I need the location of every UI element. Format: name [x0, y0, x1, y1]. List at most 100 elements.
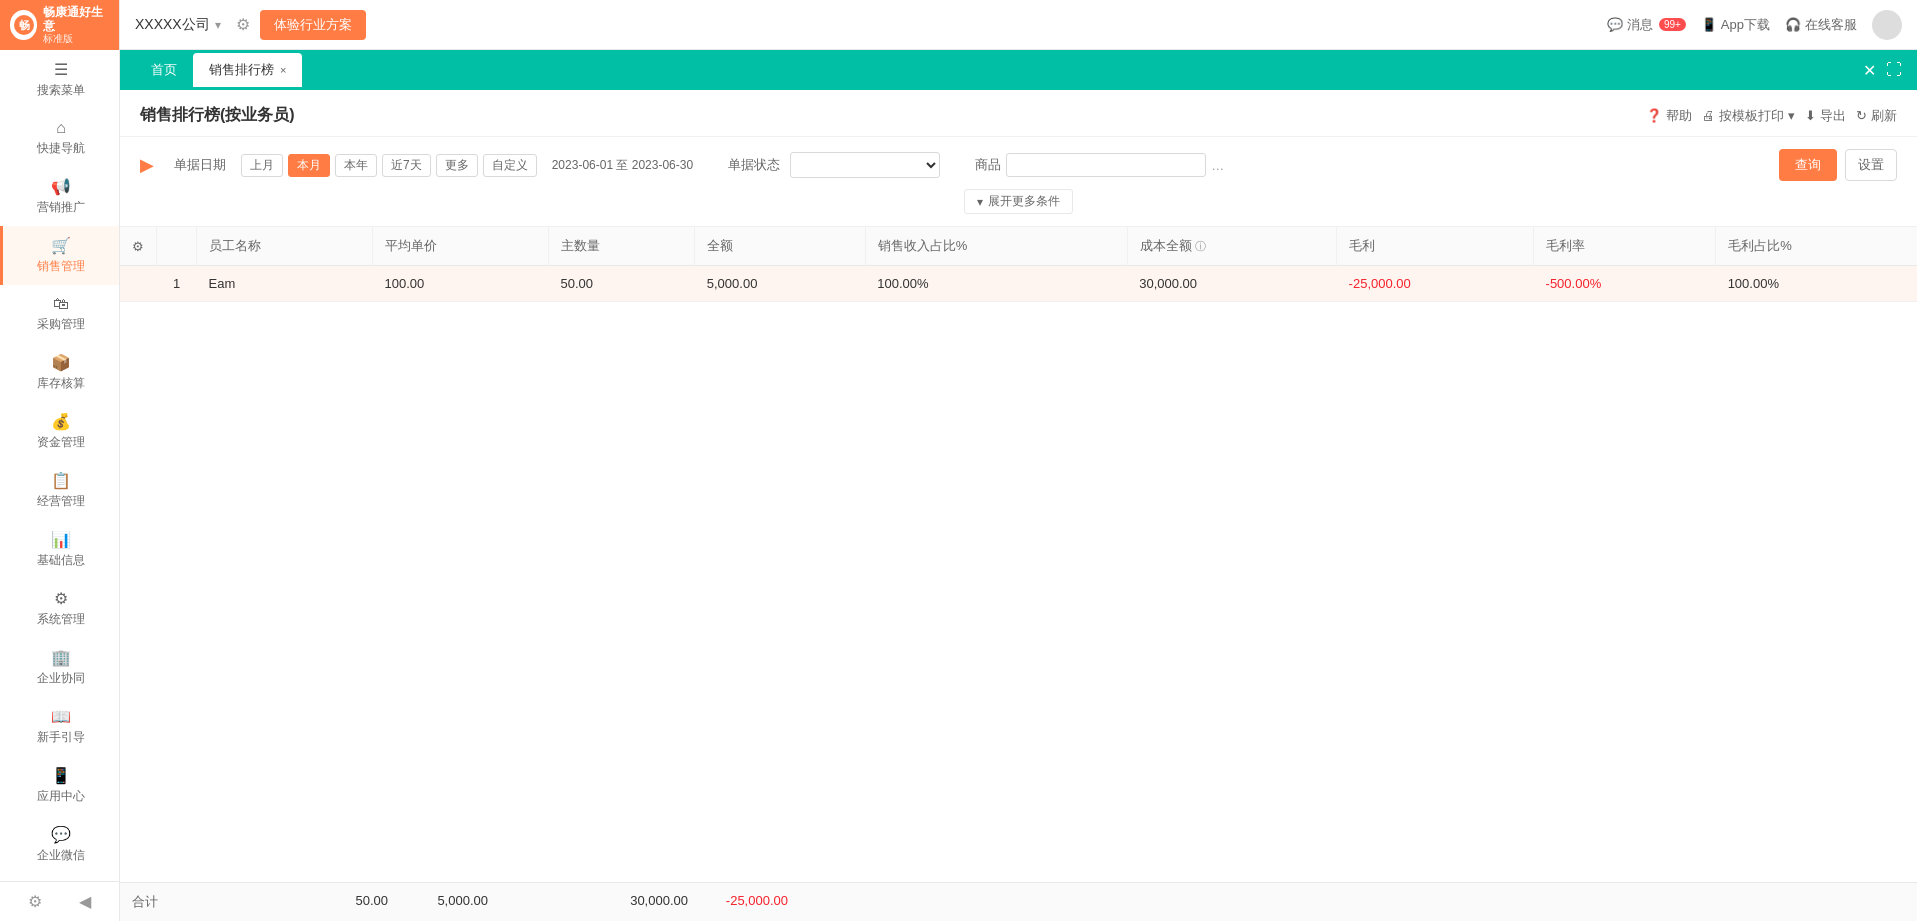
- goods-input[interactable]: [1006, 153, 1206, 177]
- export-icon: ⬇: [1805, 108, 1816, 123]
- logo-sub-text: 标准版: [43, 33, 109, 45]
- sidebar-item-guide[interactable]: 📖 新手引导: [0, 697, 119, 756]
- row-sales-pct: 100.00%: [865, 266, 1127, 302]
- template-print-label: 按模板打印: [1719, 107, 1784, 125]
- status-filter-label: 单据状态: [728, 156, 780, 174]
- sidebar-item-inventory[interactable]: 📦 库存核算: [0, 343, 119, 402]
- topbar-settings-icon[interactable]: ⚙: [236, 15, 250, 34]
- col-header-gross: 毛利: [1337, 227, 1534, 266]
- row-name: Eam: [197, 266, 373, 302]
- sidebar-item-label: 销售管理: [37, 258, 85, 275]
- tab-home-label: 首页: [151, 61, 177, 79]
- sidebar-item-system[interactable]: ⚙ 系统管理: [0, 579, 119, 638]
- expand-more-label: 展开更多条件: [988, 193, 1060, 210]
- company-name: XXXXX公司: [135, 16, 210, 34]
- topbar: XXXXX公司 ▾ ⚙ 体验行业方案 💬 消息 99+ 📱 App下载 🎧 在线…: [120, 0, 1917, 50]
- filter-row-1: ▶ 单据日期 上月 本月 本年 近7天 更多 自定义 2023-06-01 至 …: [140, 149, 1897, 181]
- search-menu-icon: ☰: [54, 60, 68, 79]
- row-settings: [120, 266, 157, 302]
- tabbar-right: ✕ ⛶: [1863, 61, 1902, 80]
- inventory-icon: 📦: [51, 353, 71, 372]
- sidebar-item-label: 采购管理: [37, 316, 85, 333]
- message-badge: 99+: [1659, 18, 1686, 31]
- tab-sales-ranking[interactable]: 销售排行榜 ×: [193, 53, 302, 87]
- sidebar-item-label: 库存核算: [37, 375, 85, 392]
- sidebar-item-operation[interactable]: 📋 经营管理: [0, 461, 119, 520]
- sidebar-item-shortcut[interactable]: ⌂ 快捷导航: [0, 109, 119, 167]
- online-service-item[interactable]: 🎧 在线客服: [1785, 16, 1857, 34]
- company-selector[interactable]: XXXXX公司 ▾: [135, 16, 221, 34]
- goods-more-icon[interactable]: …: [1211, 158, 1224, 173]
- tab-home[interactable]: 首页: [135, 53, 193, 87]
- date-btn-7days[interactable]: 近7天: [382, 154, 431, 177]
- date-range-display: 2023-06-01 至 2023-06-30: [552, 157, 693, 174]
- date-btn-last-month[interactable]: 上月: [241, 154, 283, 177]
- col-header-rank: [157, 227, 197, 266]
- finance-icon: 💰: [51, 412, 71, 431]
- sidebar-item-appcenter[interactable]: 📱 应用中心: [0, 756, 119, 815]
- sidebar-collapse-icon[interactable]: ◀: [79, 892, 91, 911]
- row-gross: -25,000.00: [1337, 266, 1534, 302]
- export-button[interactable]: ⬇ 导出: [1805, 107, 1846, 125]
- sidebar-item-wechat[interactable]: 💬 企业微信: [0, 815, 119, 874]
- sidebar-item-label: 搜索菜单: [37, 82, 85, 99]
- app-download-item[interactable]: 📱 App下载: [1701, 16, 1770, 34]
- template-print-button[interactable]: 🖨 按模板打印 ▾: [1702, 107, 1795, 125]
- filter-expand-icon[interactable]: ▶: [140, 154, 154, 176]
- system-icon: ⚙: [54, 589, 68, 608]
- refresh-button[interactable]: ↻ 刷新: [1856, 107, 1897, 125]
- sidebar-item-sales[interactable]: 🛒 销售管理: [0, 226, 119, 285]
- table-wrapper: ⚙ 员工名称 平均单价 主数量 全额 销售收入占比% 成本全额 ⓘ 毛利 毛利率…: [120, 227, 1917, 882]
- footer-spacer-pct: [508, 893, 588, 911]
- sidebar-item-purchase[interactable]: 🛍 采购管理: [0, 285, 119, 343]
- date-btn-this-month[interactable]: 本月: [288, 154, 330, 177]
- tab-maximize-icon[interactable]: ⛶: [1886, 61, 1902, 80]
- sidebar-item-member[interactable]: V 畅会员: [0, 874, 119, 881]
- logo-text: 畅康通好生意 标准版: [43, 5, 109, 46]
- sidebar-item-label: 经营管理: [37, 493, 85, 510]
- sidebar-item-enterprise[interactable]: 🏢 企业协同: [0, 638, 119, 697]
- status-select[interactable]: [790, 152, 940, 178]
- enterprise-icon: 🏢: [51, 648, 71, 667]
- logo-main-text: 畅康通好生意: [43, 5, 109, 34]
- logo-icon: 畅: [10, 10, 37, 40]
- query-button[interactable]: 查询: [1779, 149, 1837, 181]
- sidebar-item-marketing[interactable]: 📢 营销推广: [0, 167, 119, 226]
- filter-action-buttons: 查询 设置: [1779, 149, 1897, 181]
- trial-button[interactable]: 体验行业方案: [260, 10, 366, 40]
- online-service-label: 在线客服: [1805, 16, 1857, 34]
- date-btn-more[interactable]: 更多: [436, 154, 478, 177]
- sidebar-item-search[interactable]: ☰ 搜索菜单: [0, 50, 119, 109]
- sidebar-item-label: 企业协同: [37, 670, 85, 687]
- settings-button[interactable]: 设置: [1845, 149, 1897, 181]
- status-select-wrapper: [790, 152, 940, 178]
- company-dropdown-icon: ▾: [215, 18, 221, 32]
- footer-cost: 30,000.00: [608, 893, 688, 911]
- row-qty: 50.00: [549, 266, 695, 302]
- sidebar-settings-icon[interactable]: ⚙: [28, 892, 42, 911]
- sidebar-item-label: 新手引导: [37, 729, 85, 746]
- sidebar-item-finance[interactable]: 💰 资金管理: [0, 402, 119, 461]
- purchase-icon: 🛍: [53, 295, 69, 313]
- expand-more-button[interactable]: ▾ 展开更多条件: [964, 189, 1073, 214]
- page-actions: ❓ 帮助 🖨 按模板打印 ▾ ⬇ 导出 ↻ 刷新: [1646, 107, 1897, 125]
- filter-area: ▶ 单据日期 上月 本月 本年 近7天 更多 自定义 2023-06-01 至 …: [120, 137, 1917, 227]
- help-button[interactable]: ❓ 帮助: [1646, 107, 1692, 125]
- message-item[interactable]: 💬 消息 99+: [1607, 16, 1686, 34]
- tab-close-icon[interactable]: ×: [280, 64, 286, 76]
- col-header-amount: 全额: [695, 227, 866, 266]
- date-btn-this-year[interactable]: 本年: [335, 154, 377, 177]
- sidebar: 畅 畅康通好生意 标准版 ☰ 搜索菜单 ⌂ 快捷导航 📢 营销推广 🛒 销售管理…: [0, 0, 120, 921]
- svg-text:畅: 畅: [18, 19, 29, 31]
- date-btn-custom[interactable]: 自定义: [483, 154, 537, 177]
- row-rank: 1: [157, 266, 197, 302]
- user-avatar[interactable]: [1872, 10, 1902, 40]
- date-buttons-group: 上月 本月 本年 近7天 更多 自定义: [241, 154, 537, 177]
- footer-gross: -25,000.00: [708, 893, 788, 911]
- sidebar-item-label: 资金管理: [37, 434, 85, 451]
- sidebar-item-basic[interactable]: 📊 基础信息: [0, 520, 119, 579]
- sidebar-logo: 畅 畅康通好生意 标准版: [0, 0, 119, 50]
- tab-window-close-icon[interactable]: ✕: [1863, 61, 1876, 80]
- message-label: 消息: [1627, 16, 1653, 34]
- col-header-qty: 主数量: [549, 227, 695, 266]
